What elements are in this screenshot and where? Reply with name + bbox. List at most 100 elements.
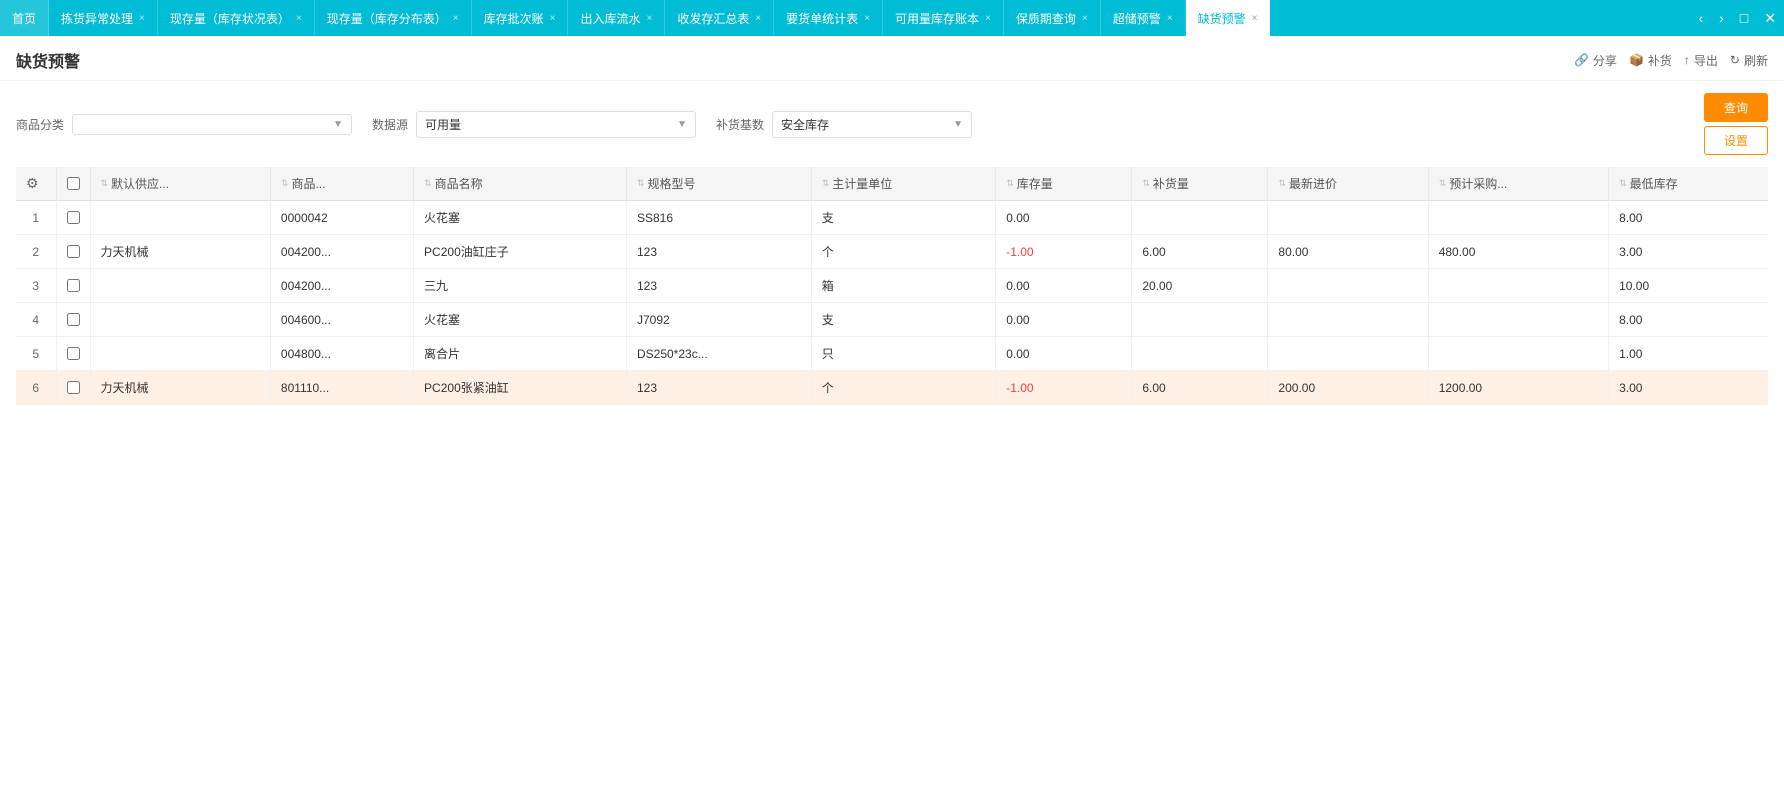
- tab-stock-status[interactable]: 现存量（库存状况表） ×: [158, 0, 315, 36]
- tab-receipt[interactable]: 收发存汇总表 ×: [665, 0, 774, 36]
- row-min-stock: 1.00: [1609, 337, 1768, 371]
- row-est-purchase: [1428, 201, 1608, 235]
- close-expiry-icon[interactable]: ×: [1082, 13, 1088, 24]
- th-unit: ⇅ 主计量单位: [811, 167, 995, 201]
- row-stock: 0.00: [996, 337, 1132, 371]
- th-code: ⇅ 商品...: [270, 167, 413, 201]
- tab-nav-actions: ‹ › □ ✕: [1690, 0, 1784, 36]
- row-est-purchase: [1428, 269, 1608, 303]
- row-min-stock: 3.00: [1609, 235, 1768, 269]
- close-order-stat-icon[interactable]: ×: [864, 13, 870, 24]
- row-spec: 123: [626, 235, 811, 269]
- th-min-stock-sort-icon: ⇅: [1619, 178, 1627, 189]
- row-num: 3: [16, 269, 56, 303]
- row-spec: SS816: [626, 201, 811, 235]
- select-all-checkbox[interactable]: [67, 177, 80, 190]
- replenish-base-select[interactable]: 安全库存 ▼: [772, 111, 972, 138]
- tab-flow[interactable]: 出入库流水 ×: [568, 0, 665, 36]
- row-unit: 个: [811, 371, 995, 405]
- tab-avail-ledger[interactable]: 可用量库存账本 ×: [883, 0, 1004, 36]
- tab-home[interactable]: 首页: [0, 0, 49, 36]
- row-min-stock: 8.00: [1609, 303, 1768, 337]
- close-batch-icon[interactable]: ×: [550, 13, 556, 24]
- refresh-button[interactable]: ↻ 刷新: [1730, 52, 1768, 69]
- row-checkbox-cell: [56, 269, 90, 303]
- row-code: 004600...: [270, 303, 413, 337]
- row-checkbox-cell: [56, 201, 90, 235]
- th-name: ⇅ 商品名称: [414, 167, 627, 201]
- datasource-filter: 数据源 可用量 ▼: [372, 111, 696, 138]
- table-container: ⚙ ⇅ 默认供应... ⇅ 商品...: [0, 167, 1784, 405]
- datasource-label: 数据源: [372, 116, 408, 133]
- close-avail-ledger-icon[interactable]: ×: [985, 13, 991, 24]
- close-stock-status-icon[interactable]: ×: [296, 13, 302, 24]
- row-supplier: [90, 337, 270, 371]
- tab-expiry[interactable]: 保质期查询 ×: [1004, 0, 1101, 36]
- row-supplier: [90, 269, 270, 303]
- row-num: 5: [16, 337, 56, 371]
- row-stock: -1.00: [996, 371, 1132, 405]
- export-button[interactable]: ↑ 导出: [1684, 52, 1718, 69]
- row-min-stock: 10.00: [1609, 269, 1768, 303]
- replenish-base-filter: 补货基数 安全库存 ▼: [716, 111, 972, 138]
- tab-close-all-button[interactable]: ✕: [1756, 0, 1784, 36]
- share-button[interactable]: 🔗 分享: [1574, 52, 1617, 69]
- close-stock-dist-icon[interactable]: ×: [453, 13, 459, 24]
- close-shortage-icon[interactable]: ×: [1252, 13, 1258, 24]
- table-body: 1 0000042 火花塞 SS816 支 0.00 8.00 2 力天机械 0…: [16, 201, 1768, 405]
- close-flow-icon[interactable]: ×: [646, 13, 652, 24]
- replenish-base-chevron-icon: ▼: [953, 119, 963, 130]
- row-stock: 0.00: [996, 201, 1132, 235]
- tab-batch[interactable]: 库存批次账 ×: [472, 0, 569, 36]
- tab-shortage[interactable]: 缺货预警 ×: [1186, 0, 1271, 36]
- tab-stock-dist[interactable]: 现存量（库存分布表） ×: [315, 0, 472, 36]
- tab-prev-button[interactable]: ‹: [1690, 0, 1711, 36]
- close-overstock-icon[interactable]: ×: [1167, 13, 1173, 24]
- row-checkbox[interactable]: [67, 381, 80, 394]
- row-unit: 支: [811, 201, 995, 235]
- row-num: 2: [16, 235, 56, 269]
- row-est-purchase: [1428, 303, 1608, 337]
- row-checkbox[interactable]: [67, 313, 80, 326]
- row-checkbox[interactable]: [67, 279, 80, 292]
- page-header: 缺货预警 🔗 分享 📦 补货 ↑ 导出 ↻ 刷新: [0, 36, 1784, 81]
- row-latest-price: [1268, 337, 1428, 371]
- row-num: 4: [16, 303, 56, 337]
- replenish-button[interactable]: 📦 补货: [1629, 52, 1672, 69]
- row-latest-price: 200.00: [1268, 371, 1428, 405]
- settings-button[interactable]: 设置: [1704, 126, 1768, 155]
- row-checkbox[interactable]: [67, 245, 80, 258]
- row-latest-price: [1268, 269, 1428, 303]
- row-checkbox[interactable]: [67, 211, 80, 224]
- row-est-purchase: 480.00: [1428, 235, 1608, 269]
- close-abnormal-icon[interactable]: ×: [139, 13, 145, 24]
- row-unit: 只: [811, 337, 995, 371]
- query-button[interactable]: 查询: [1704, 93, 1768, 122]
- filter-actions: 查询 设置: [1704, 93, 1768, 155]
- table-row: 2 力天机械 004200... PC200油缸庄子 123 个 -1.00 6…: [16, 235, 1768, 269]
- close-receipt-icon[interactable]: ×: [755, 13, 761, 24]
- row-replenish: [1132, 337, 1268, 371]
- row-replenish: 6.00: [1132, 371, 1268, 405]
- row-unit: 个: [811, 235, 995, 269]
- row-code: 004200...: [270, 235, 413, 269]
- tab-order-stat[interactable]: 要货单统计表 ×: [774, 0, 883, 36]
- datasource-select[interactable]: 可用量 ▼: [416, 111, 696, 138]
- row-code: 004200...: [270, 269, 413, 303]
- row-spec: DS250*23c...: [626, 337, 811, 371]
- th-replenish-sort-icon: ⇅: [1142, 178, 1150, 189]
- row-supplier: 力天机械: [90, 371, 270, 405]
- table-row: 1 0000042 火花塞 SS816 支 0.00 8.00: [16, 201, 1768, 235]
- row-name: PC200油缸庄子: [414, 235, 627, 269]
- tab-next-button[interactable]: ›: [1711, 0, 1732, 36]
- tab-restore-button[interactable]: □: [1732, 0, 1756, 36]
- th-est-purchase: ⇅ 预计采购...: [1428, 167, 1608, 201]
- row-checkbox-cell: [56, 337, 90, 371]
- tab-abnormal[interactable]: 拣货异常处理 ×: [49, 0, 158, 36]
- tab-overstock[interactable]: 超储预警 ×: [1101, 0, 1186, 36]
- row-checkbox[interactable]: [67, 347, 80, 360]
- category-select[interactable]: ▼: [72, 114, 352, 135]
- row-min-stock: 3.00: [1609, 371, 1768, 405]
- column-settings-icon[interactable]: ⚙: [26, 175, 39, 191]
- filter-bar: 商品分类 ▼ 数据源 可用量 ▼ 补货基数 安全库存 ▼ 查询 设置: [0, 81, 1784, 167]
